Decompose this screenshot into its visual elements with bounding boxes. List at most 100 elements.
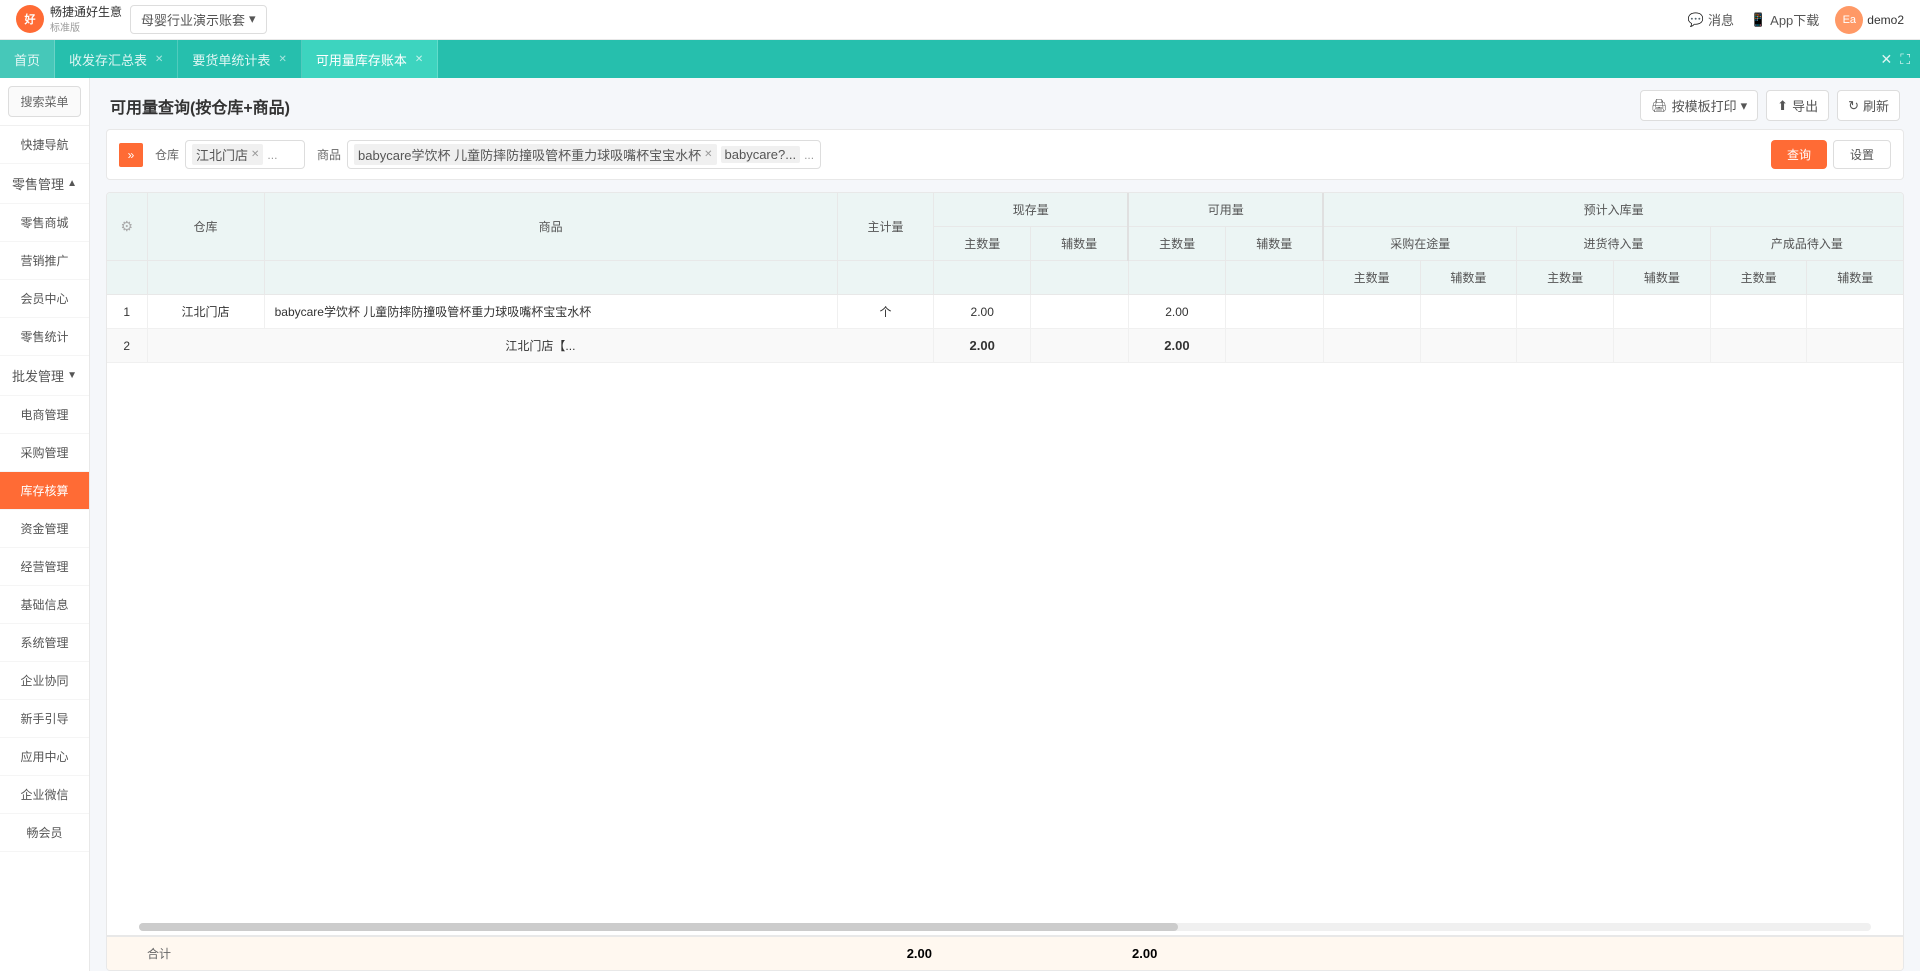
chevron-down-icon: ▾ [249,11,256,27]
sidebar-item-label-retail-mgmt: 零售管理 [12,174,64,193]
user-area[interactable]: Ea demo2 [1835,6,1904,34]
sidebar-item-operations-mgmt[interactable]: 经营管理 [0,548,89,586]
footer-current-main: 2.00 [907,946,932,961]
product-tag-1-remove-btn[interactable]: ✕ [704,149,712,160]
sidebar-item-member-center[interactable]: 会员中心 [0,280,89,318]
search-menu-btn[interactable]: 搜索菜单 [8,86,81,117]
sidebar-item-wholesale-mgmt[interactable]: 批发管理 ▼ [0,356,89,396]
sidebar-item-retail-mall[interactable]: 零售商城 [0,204,89,242]
cell-available-main: 2.00 [1128,295,1226,329]
tab-order-summary[interactable]: 要货单统计表 ✕ [178,40,301,78]
sidebar: 搜索菜单 快捷导航 零售管理 ▲ 零售商城 营销推广 会员中心 零售统计 批发管… [0,78,90,971]
sidebar-item-label-wholesale-mgmt: 批发管理 [12,366,64,385]
message-label: 消息 [1708,10,1734,29]
export-btn[interactable]: ⬆ 导出 [1766,90,1829,121]
sidebar-item-enterprise-collab[interactable]: 企业协同 [0,662,89,700]
query-btn[interactable]: 查询 [1771,140,1827,169]
page-actions: 🖨 按模板打印 ▾ ⬆ 导出 ↻ 刷新 [1640,90,1900,121]
col-product: 商品 [264,193,837,261]
sidebar-item-finance-mgmt[interactable]: 资金管理 [0,510,89,548]
setting-btn[interactable]: 设置 [1833,140,1891,169]
col-available-main: 主数量 [1128,227,1226,261]
tab-close-all-btn[interactable]: ✕ [1880,51,1892,68]
col-purchase-in-transit-group: 采购在途量 [1323,227,1516,261]
tab-expand-btn[interactable]: ⛶ [1900,51,1910,68]
message-btn[interactable]: 💬 消息 [1688,10,1734,29]
product-tag-container[interactable]: babycare学饮杯 儿童防摔防撞吸管杯重力球吸嘴杯宝宝水杯 ✕ babyca… [347,140,821,169]
tab-close-order-summary[interactable]: ✕ [278,54,286,65]
sidebar-item-app-center[interactable]: 应用中心 [0,738,89,776]
subtotal-label: 江北门店【... [147,329,934,363]
tab-close-available-ledger[interactable]: ✕ [415,54,423,65]
tab-available-ledger[interactable]: 可用量库存账本 ✕ [302,40,438,78]
col-sub-ca [1031,261,1129,295]
cell-available-aux [1226,295,1324,329]
main-layout: 搜索菜单 快捷导航 零售管理 ▲ 零售商城 营销推广 会员中心 零售统计 批发管… [0,78,1920,971]
industry-select[interactable]: 母婴行业演示账套 ▾ [130,5,267,34]
table-footer-scroll [107,919,1903,935]
warehouse-filter-field: 仓库 江北门店 ✕ ... [155,140,305,169]
col-available-group: 可用量 [1128,193,1323,227]
subtotal-pit-main [1323,329,1420,363]
filter-expand-btn[interactable]: » [119,143,143,167]
avatar: Ea [1835,6,1863,34]
page-title: 可用量查询(按仓库+商品) [110,94,290,118]
subtotal-proa-aux [1807,329,1903,363]
sidebar-item-enterprise-wechat[interactable]: 企业微信 [0,776,89,814]
sidebar-item-purchase-mgmt[interactable]: 采购管理 [0,434,89,472]
product-tag-1-text: babycare学饮杯 儿童防摔防撞吸管杯重力球吸嘴杯宝宝水杯 [358,145,701,164]
data-table: ⚙ 仓库 商品 主计量 现存量 可用量 预计入库量 主数量 辅数量 主数量 辅数… [107,193,1903,363]
sidebar-item-vip-member[interactable]: 畅会员 [0,814,89,852]
sidebar-item-new-guide[interactable]: 新手引导 [0,700,89,738]
chevron-down-icon: ▾ [1741,98,1748,114]
top-bar-right: 💬 消息 📱 App下载 Ea demo2 [1688,6,1904,34]
tab-bar-actions: ✕ ⛶ [1870,40,1920,78]
horizontal-scrollbar[interactable] [139,923,1871,931]
warehouse-more[interactable]: ... [267,148,277,162]
col-sub-pawm: 主数量 [1517,261,1614,295]
sidebar-item-retail-mgmt[interactable]: 零售管理 ▲ [0,164,89,204]
col-planned-in-group: 预计入库量 [1323,193,1903,227]
warehouse-tag: 江北门店 ✕ [192,144,263,165]
table-container: ⚙ 仓库 商品 主计量 现存量 可用量 预计入库量 主数量 辅数量 主数量 辅数… [106,192,1904,971]
sidebar-item-inventory-mgmt[interactable]: 库存核算 [0,472,89,510]
sidebar-item-retail-stats[interactable]: 零售统计 [0,318,89,356]
username: demo2 [1867,13,1904,27]
col-sub-index [107,261,147,295]
subtotal-row: 2 江北门店【... 2.00 2.00 [107,329,1903,363]
scrollbar-thumb[interactable] [139,923,1178,931]
sidebar-item-quick-nav[interactable]: 快捷导航 [0,126,89,164]
col-sub-warehouse [147,261,264,295]
logo-icon: 好 [16,5,44,33]
print-template-btn[interactable]: 🖨 按模板打印 ▾ [1640,90,1758,121]
col-current-aux: 辅数量 [1031,227,1129,261]
warehouse-tag-text: 江北门店 [196,145,248,164]
app-download-btn[interactable]: 📱 App下载 [1750,10,1819,29]
tab-close-receive-summary[interactable]: ✕ [155,54,163,65]
warehouse-tag-container[interactable]: 江北门店 ✕ ... [185,140,305,169]
cell-paw-aux [1614,295,1711,329]
product-filter-field: 商品 babycare学饮杯 儿童防摔防撞吸管杯重力球吸嘴杯宝宝水杯 ✕ bab… [317,140,821,169]
subtotal-current-main: 2.00 [934,329,1031,363]
product-more[interactable]: ... [804,148,814,162]
sidebar-item-basic-info[interactable]: 基础信息 [0,586,89,624]
cell-current-aux [1031,295,1129,329]
footer-available-main: 2.00 [1132,946,1157,961]
refresh-label: 刷新 [1863,96,1889,115]
refresh-btn[interactable]: ↻ 刷新 [1837,90,1900,121]
subtotal-index: 2 [107,329,147,363]
table-row: 1 江北门店 babycare学饮杯 儿童防摔防撞吸管杯重力球吸嘴杯宝宝水杯 个… [107,295,1903,329]
sidebar-item-ecommerce-mgmt[interactable]: 电商管理 [0,396,89,434]
app-download-label: App下载 [1770,10,1819,29]
col-sub-proam: 主数量 [1710,261,1807,295]
tab-receive-summary[interactable]: 收发存汇总表 ✕ [55,40,178,78]
subtotal-available-main: 2.00 [1128,329,1226,363]
product-tag-1: babycare学饮杯 儿童防摔防撞吸管杯重力球吸嘴杯宝宝水杯 ✕ [354,144,716,165]
subtotal-proa-main [1710,329,1807,363]
col-sub-unit [837,261,934,295]
sidebar-item-marketing[interactable]: 营销推广 [0,242,89,280]
sidebar-item-system-mgmt[interactable]: 系统管理 [0,624,89,662]
tab-home[interactable]: 首页 [0,40,55,78]
phone-icon: 📱 [1750,12,1766,28]
warehouse-tag-remove-btn[interactable]: ✕ [251,149,259,160]
